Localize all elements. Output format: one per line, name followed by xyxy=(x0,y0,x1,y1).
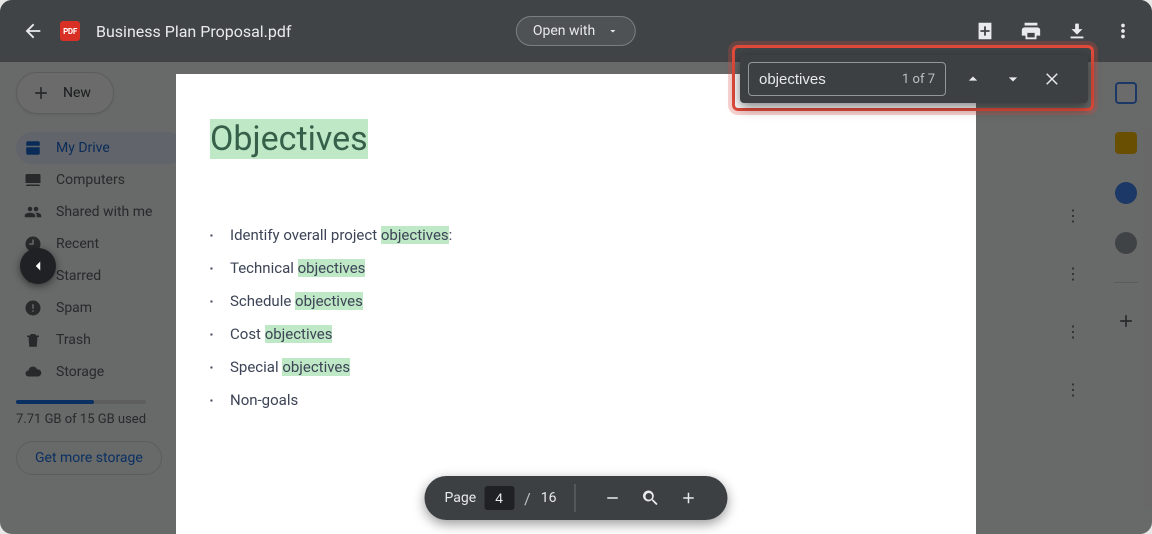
list-item: Identify overall project objectives: xyxy=(210,219,976,252)
chevron-left-icon xyxy=(29,257,47,275)
search-hit: objectives xyxy=(282,358,350,376)
search-hit: objectives xyxy=(298,259,366,277)
find-close-button[interactable] xyxy=(1042,68,1064,90)
find-count: 1 of 7 xyxy=(902,72,935,87)
collapse-handle[interactable] xyxy=(20,248,56,284)
list-item: Non-goals xyxy=(210,384,976,417)
list-item: Cost objectives xyxy=(210,318,976,351)
search-hit: objectives xyxy=(295,292,363,310)
objectives-list: Identify overall project objectives: Tec… xyxy=(210,219,976,417)
text: Identify overall project xyxy=(230,226,381,244)
print-button[interactable] xyxy=(1020,20,1042,42)
zoom-reset-button[interactable] xyxy=(640,487,662,509)
chevron-up-icon xyxy=(963,69,983,89)
zoom-out-button[interactable] xyxy=(602,487,624,509)
zoom-icon xyxy=(641,488,661,508)
minus-icon xyxy=(604,489,622,507)
text: : xyxy=(449,226,453,244)
chevron-down-icon xyxy=(1003,69,1023,89)
search-hit: objectives xyxy=(381,226,449,244)
caret-down-icon xyxy=(607,25,619,37)
file-name: Business Plan Proposal.pdf xyxy=(96,22,291,41)
list-item: Schedule objectives xyxy=(210,285,976,318)
text: Technical xyxy=(230,259,298,277)
find-next-button[interactable] xyxy=(1002,68,1024,90)
print-icon xyxy=(1020,20,1042,42)
back-button[interactable] xyxy=(22,20,44,42)
download-button[interactable] xyxy=(1066,20,1088,42)
list-item: Technical objectives xyxy=(210,252,976,285)
search-hit: objectives xyxy=(265,325,333,343)
more-actions-button[interactable] xyxy=(1112,20,1134,42)
more-vert-icon xyxy=(1112,20,1134,42)
close-icon xyxy=(1044,70,1062,88)
plus-icon xyxy=(680,489,698,507)
pdf-page: Objectives Identify overall project obje… xyxy=(176,74,976,534)
page-label: Page xyxy=(444,490,476,506)
add-to-drive-button[interactable] xyxy=(974,20,996,42)
text: Cost xyxy=(230,325,265,343)
zoom-in-button[interactable] xyxy=(678,487,700,509)
page-total: 16 xyxy=(541,490,557,506)
open-with-button[interactable]: Open with xyxy=(516,16,636,46)
text: Special xyxy=(230,358,282,376)
text: Non-goals xyxy=(230,391,298,409)
add-to-drive-icon xyxy=(974,20,996,42)
divider xyxy=(575,484,576,512)
find-bar: 1 of 7 xyxy=(740,55,1088,103)
download-icon xyxy=(1066,20,1088,42)
arrow-left-icon xyxy=(22,20,44,42)
pdf-badge: PDF xyxy=(60,21,80,41)
page-input[interactable] xyxy=(484,486,514,510)
text: Schedule xyxy=(230,292,295,310)
find-input[interactable] xyxy=(759,71,869,88)
list-item: Special objectives xyxy=(210,351,976,384)
find-prev-button[interactable] xyxy=(962,68,984,90)
page-controls: Page / 16 xyxy=(424,476,727,520)
document-heading: Objectives xyxy=(210,119,368,159)
find-input-wrapper: 1 of 7 xyxy=(748,62,946,96)
open-with-label: Open with xyxy=(533,23,595,39)
page-separator: / xyxy=(524,489,531,508)
